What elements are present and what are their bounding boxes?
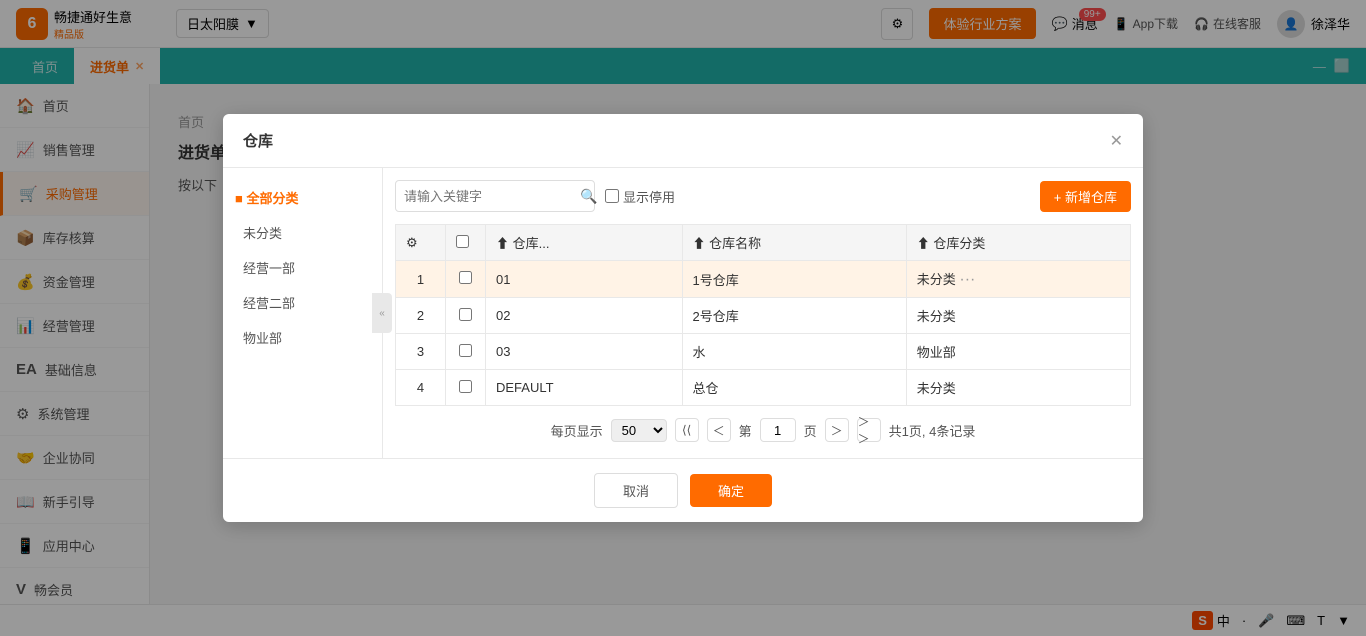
page-suffix-label: 页 — [804, 421, 817, 440]
row-code: 03 — [486, 334, 683, 370]
next-page-icon: ＞ — [831, 422, 843, 439]
row-name: 水 — [682, 334, 906, 370]
row-category: 未分类 ··· — [906, 261, 1130, 298]
modal-footer: 取消 确定 — [223, 458, 1143, 522]
cancel-button[interactable]: 取消 — [594, 473, 678, 508]
pagination-area: 每页显示 50 100 200 ⟨⟨ ＜ — [395, 406, 1131, 446]
row-code: DEFAULT — [486, 370, 683, 406]
row-index: 2 — [396, 298, 446, 334]
row-check[interactable] — [446, 370, 486, 406]
warehouse-table: ⚙ ⬆ 仓库... ⬆ 仓库名称 ⬆ 仓库分类 — [395, 224, 1131, 406]
show-disabled-label: 显示停用 — [623, 187, 675, 206]
row-code: 02 — [486, 298, 683, 334]
col-header-gear: ⚙ — [396, 225, 446, 261]
sort-icon: ⬆ — [496, 236, 509, 251]
per-page-select[interactable]: 50 100 200 — [611, 419, 667, 442]
search-input-wrap: 🔍 — [395, 180, 595, 212]
warehouse-modal: 仓库 ✕ ■ 全部分类 未分类 经营一部 — [223, 114, 1143, 522]
modal-close-button[interactable]: ✕ — [1110, 131, 1123, 151]
category-item-ops1[interactable]: 经营一部 — [223, 250, 382, 285]
show-disabled-wrap: 显示停用 — [605, 187, 675, 206]
table-header-row: ⚙ ⬆ 仓库... ⬆ 仓库名称 ⬆ 仓库分类 — [396, 225, 1131, 261]
confirm-button[interactable]: 确定 — [690, 474, 772, 507]
table-row: 1 01 1号仓库 未分类 ··· — [396, 261, 1131, 298]
row-index: 4 — [396, 370, 446, 406]
prev-page-button[interactable]: ＜ — [707, 418, 731, 442]
row-category: 物业部 — [906, 334, 1130, 370]
row-code: 01 — [486, 261, 683, 298]
last-page-icon: ＞＞ — [858, 413, 880, 447]
row-index: 1 — [396, 261, 446, 298]
col-header-name: ⬆ 仓库名称 — [682, 225, 906, 261]
category-item-ops2-label: 经营二部 — [243, 296, 295, 311]
row-checkbox[interactable] — [459, 344, 472, 357]
content-panel: 🔍 显示停用 + 新增仓库 ⚙ — [383, 168, 1143, 458]
next-page-button[interactable]: ＞ — [825, 418, 849, 442]
main-layout: 🏠 首页 📈 销售管理 🛒 采购管理 📦 库存核算 💰 资金管理 📊 经营管理 … — [0, 84, 1366, 636]
select-all-checkbox[interactable] — [456, 235, 469, 248]
row-name: 2号仓库 — [682, 298, 906, 334]
row-check[interactable] — [446, 298, 486, 334]
category-item-unclassified[interactable]: 未分类 — [223, 215, 382, 250]
first-page-icon: ⟨⟨ — [682, 423, 691, 437]
last-page-button[interactable]: ＞＞ — [857, 418, 881, 442]
col-header-code: ⬆ 仓库... — [486, 225, 683, 261]
per-page-label: 每页显示 — [551, 421, 603, 440]
page-prefix-label: 第 — [739, 421, 752, 440]
first-page-button[interactable]: ⟨⟨ — [675, 418, 699, 442]
row-name: 总仓 — [682, 370, 906, 406]
search-icon: 🔍 — [580, 188, 597, 205]
col-header-check — [446, 225, 486, 261]
row-category: 未分类 — [906, 298, 1130, 334]
modal-body: ■ 全部分类 未分类 经营一部 经营二部 物业部 — [223, 168, 1143, 458]
category-item-property-label: 物业部 — [243, 331, 282, 346]
category-all-label: ■ 全部分类 — [235, 188, 298, 207]
table-row: 2 02 2号仓库 未分类 — [396, 298, 1131, 334]
main-content: 首页 进货单 按以下 仓库 ✕ ■ 全部分类 — [150, 84, 1366, 636]
table-row: 3 03 水 物业部 — [396, 334, 1131, 370]
modal-toolbar: 🔍 显示停用 + 新增仓库 — [395, 180, 1131, 212]
row-check[interactable] — [446, 334, 486, 370]
modal-header: 仓库 ✕ — [223, 114, 1143, 168]
sort-icon2: ⬆ — [693, 236, 706, 251]
category-item-property[interactable]: 物业部 — [223, 320, 382, 355]
table-row: 4 DEFAULT 总仓 未分类 — [396, 370, 1131, 406]
sort-icon3: ⬆ — [917, 236, 930, 251]
col-header-category: ⬆ 仓库分类 — [906, 225, 1130, 261]
category-panel: ■ 全部分类 未分类 经营一部 经营二部 物业部 — [223, 168, 383, 458]
page-number-input[interactable] — [760, 418, 796, 442]
row-index: 3 — [396, 334, 446, 370]
search-input[interactable] — [404, 189, 580, 204]
category-item-ops1-label: 经营一部 — [243, 261, 295, 276]
show-disabled-checkbox[interactable] — [605, 189, 619, 203]
row-checkbox[interactable] — [459, 380, 472, 393]
row-category: 未分类 — [906, 370, 1130, 406]
row-name: 1号仓库 — [682, 261, 906, 298]
row-check[interactable] — [446, 261, 486, 298]
row-checkbox[interactable] — [459, 271, 472, 284]
category-collapse-arrow[interactable]: « — [372, 293, 392, 333]
modal-title: 仓库 — [243, 130, 273, 151]
row-checkbox[interactable] — [459, 308, 472, 321]
prev-page-icon: ＜ — [713, 422, 725, 439]
category-item-unclassified-label: 未分类 — [243, 226, 282, 241]
total-records-label: 共1页, 4条记录 — [889, 421, 976, 440]
category-item-ops2[interactable]: 经营二部 — [223, 285, 382, 320]
modal-overlay: 仓库 ✕ ■ 全部分类 未分类 经营一部 — [150, 84, 1366, 636]
category-all[interactable]: ■ 全部分类 — [223, 180, 382, 215]
add-warehouse-button[interactable]: + 新增仓库 — [1040, 181, 1131, 212]
row-actions[interactable]: ··· — [959, 271, 975, 288]
